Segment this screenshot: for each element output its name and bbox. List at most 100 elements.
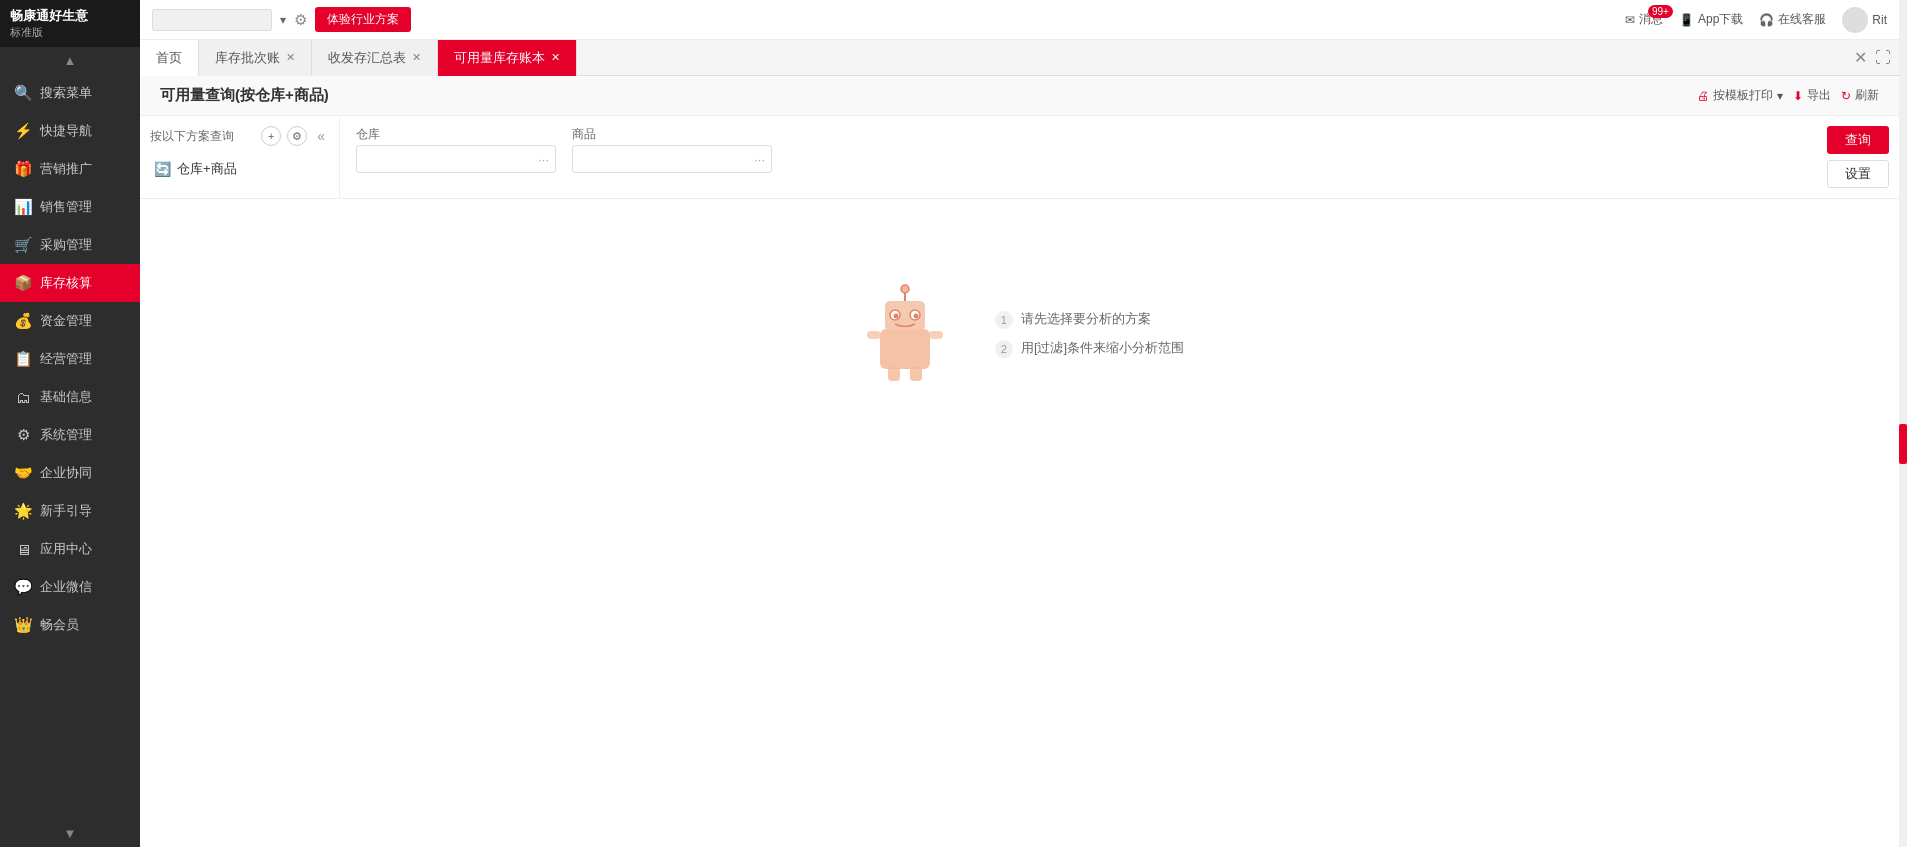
refresh-icon: ↻ bbox=[1841, 89, 1851, 103]
filter-product-input[interactable] bbox=[579, 152, 754, 166]
sidebar-item-operation[interactable]: 📋 经营管理 bbox=[0, 340, 140, 378]
sidebar-item-basic[interactable]: 🗂 基础信息 bbox=[0, 378, 140, 416]
filter-warehouse-input[interactable] bbox=[363, 152, 538, 166]
query-schemes: 按以下方案查询 + ⚙ « 🔄 仓库+商品 bbox=[140, 116, 340, 198]
shortcut-icon: ⚡ bbox=[14, 122, 32, 140]
filter-product: 商品 ··· bbox=[572, 126, 772, 173]
tab-batch-close[interactable]: ✕ bbox=[286, 51, 295, 64]
empty-robot-illustration bbox=[855, 279, 955, 389]
sidebar-item-system[interactable]: ⚙ 系统管理 bbox=[0, 416, 140, 454]
online-service-icon: 🎧 bbox=[1759, 13, 1774, 27]
print-btn[interactable]: 🖨 按模板打印 ▾ bbox=[1697, 87, 1783, 104]
page-actions: 🖨 按模板打印 ▾ ⬇ 导出 ↻ 刷新 bbox=[1697, 87, 1879, 104]
tab-close-btn[interactable]: ✕ bbox=[1854, 48, 1867, 67]
sidebar-item-appstore[interactable]: 🖥 应用中心 bbox=[0, 530, 140, 568]
topbar-right: ✉ 消息 99+ 📱 App下载 🎧 在线客服 Rit bbox=[1625, 7, 1887, 33]
page-header: 可用量查询(按仓库+商品) 🖨 按模板打印 ▾ ⬇ 导出 ↻ 刷新 bbox=[140, 76, 1899, 116]
online-service-btn[interactable]: 🎧 在线客服 bbox=[1759, 11, 1826, 28]
sidebar-item-search[interactable]: 🔍 搜索菜单 bbox=[0, 74, 140, 112]
scheme-warehouse-product[interactable]: 🔄 仓库+商品 bbox=[140, 154, 339, 184]
sidebar-item-label: 销售管理 bbox=[40, 198, 92, 216]
sales-icon: 📊 bbox=[14, 198, 32, 216]
inventory-icon: 📦 bbox=[14, 274, 32, 292]
tab-available-label: 可用量库存账本 bbox=[454, 49, 545, 67]
settings-scheme-btn[interactable]: ⚙ bbox=[287, 126, 307, 146]
tab-expand-btn[interactable]: ⛶ bbox=[1875, 49, 1891, 67]
system-icon: ⚙ bbox=[14, 426, 32, 444]
refresh-label: 刷新 bbox=[1855, 87, 1879, 104]
query-btn[interactable]: 查询 bbox=[1827, 126, 1889, 154]
filter-product-dots[interactable]: ··· bbox=[754, 152, 765, 167]
filter-area: 仓库 ··· 商品 ··· bbox=[340, 116, 1827, 198]
right-edge-scrollbar bbox=[1899, 0, 1907, 847]
tab-summary[interactable]: 收发存汇总表 ✕ bbox=[312, 40, 438, 76]
add-scheme-btn[interactable]: + bbox=[261, 126, 281, 146]
newbie-icon: 🌟 bbox=[14, 502, 32, 520]
sidebar-item-label: 新手引导 bbox=[40, 502, 92, 520]
sidebar-item-member[interactable]: 👑 畅会员 bbox=[0, 606, 140, 644]
sidebar-item-label: 搜索菜单 bbox=[40, 84, 92, 102]
member-icon: 👑 bbox=[14, 616, 32, 634]
print-dropdown-icon[interactable]: ▾ bbox=[1777, 89, 1783, 103]
sidebar-item-newbie[interactable]: 🌟 新手引导 bbox=[0, 492, 140, 530]
svg-rect-8 bbox=[867, 331, 881, 339]
svg-rect-10 bbox=[888, 367, 900, 381]
empty-hint-1: 1 请先选择要分析的方案 bbox=[995, 310, 1184, 329]
tab-available[interactable]: 可用量库存账本 ✕ bbox=[438, 40, 577, 76]
sidebar-item-label: 基础信息 bbox=[40, 388, 92, 406]
tabbar-right: ✕ ⛶ bbox=[1854, 48, 1899, 67]
sidebar-item-label: 营销推广 bbox=[40, 160, 92, 178]
search-nav-icon: 🔍 bbox=[14, 84, 32, 102]
message-btn[interactable]: ✉ 消息 99+ bbox=[1625, 11, 1663, 28]
sidebar-item-marketing[interactable]: 🎁 营销推广 bbox=[0, 150, 140, 188]
filter-warehouse-dots[interactable]: ··· bbox=[538, 152, 549, 167]
user-name: Rit bbox=[1872, 13, 1887, 27]
message-badge: 99+ bbox=[1648, 5, 1673, 18]
tab-summary-close[interactable]: ✕ bbox=[412, 51, 421, 64]
tab-home-label: 首页 bbox=[156, 49, 182, 67]
sidebar: 畅康通好生意 标准版 ▲ 🔍 搜索菜单 ⚡ 快捷导航 🎁 营销推广 📊 销售管理… bbox=[0, 0, 140, 847]
user-avatar-btn[interactable]: Rit bbox=[1842, 7, 1887, 33]
topbar-search-input[interactable] bbox=[152, 9, 272, 31]
sidebar-item-label: 企业协同 bbox=[40, 464, 92, 482]
tab-home[interactable]: 首页 bbox=[140, 40, 199, 76]
filter-row: 仓库 ··· 商品 ··· bbox=[356, 126, 1811, 173]
appstore-icon: 🖥 bbox=[14, 541, 32, 558]
sidebar-item-label: 应用中心 bbox=[40, 540, 92, 558]
sidebar-item-enterprise[interactable]: 🤝 企业协同 bbox=[0, 454, 140, 492]
sidebar-scroll-up[interactable]: ▲ bbox=[0, 47, 140, 74]
sidebar-item-sales[interactable]: 📊 销售管理 bbox=[0, 188, 140, 226]
svg-rect-0 bbox=[880, 329, 930, 369]
filter-product-label: 商品 bbox=[572, 126, 772, 143]
refresh-btn[interactable]: ↻ 刷新 bbox=[1841, 87, 1879, 104]
sidebar-scroll-down[interactable]: ▼ bbox=[0, 820, 140, 847]
wechat-icon: 💬 bbox=[14, 578, 32, 596]
export-btn[interactable]: ⬇ 导出 bbox=[1793, 87, 1831, 104]
empty-hints: 1 请先选择要分析的方案 2 用[过滤]条件来缩小分析范围 bbox=[995, 310, 1184, 358]
online-service-label: 在线客服 bbox=[1778, 11, 1826, 28]
settings-btn[interactable]: 设置 bbox=[1827, 160, 1889, 188]
print-icon: 🖨 bbox=[1697, 89, 1709, 103]
svg-point-5 bbox=[913, 314, 918, 319]
sidebar-item-finance[interactable]: 💰 资金管理 bbox=[0, 302, 140, 340]
topbar-industry-btn[interactable]: 体验行业方案 bbox=[315, 7, 411, 32]
app-download-btn[interactable]: 📱 App下载 bbox=[1679, 11, 1743, 28]
sidebar-item-inventory[interactable]: 📦 库存核算 bbox=[0, 264, 140, 302]
enterprise-icon: 🤝 bbox=[14, 464, 32, 482]
collapse-schemes-btn[interactable]: « bbox=[313, 126, 329, 146]
topbar-gear-btn[interactable]: ⚙ bbox=[294, 11, 307, 29]
tab-batch-label: 库存批次账 bbox=[215, 49, 280, 67]
tab-available-close[interactable]: ✕ bbox=[551, 51, 560, 64]
empty-hint-2: 2 用[过滤]条件来缩小分析范围 bbox=[995, 339, 1184, 358]
content-inner: 可用量查询(按仓库+商品) 🖨 按模板打印 ▾ ⬇ 导出 ↻ 刷新 bbox=[140, 76, 1899, 847]
message-icon: ✉ bbox=[1625, 13, 1635, 27]
svg-rect-11 bbox=[910, 367, 922, 381]
sidebar-item-purchase[interactable]: 🛒 采购管理 bbox=[0, 226, 140, 264]
topbar-dropdown-btn[interactable]: ▾ bbox=[280, 13, 286, 27]
sidebar-item-wechat[interactable]: 💬 企业微信 bbox=[0, 568, 140, 606]
sidebar-item-shortcut[interactable]: ⚡ 快捷导航 bbox=[0, 112, 140, 150]
right-edge-handle bbox=[1899, 424, 1907, 464]
tab-batch[interactable]: 库存批次账 ✕ bbox=[199, 40, 312, 76]
sidebar-item-label: 库存核算 bbox=[40, 274, 92, 292]
filter-warehouse-label: 仓库 bbox=[356, 126, 556, 143]
